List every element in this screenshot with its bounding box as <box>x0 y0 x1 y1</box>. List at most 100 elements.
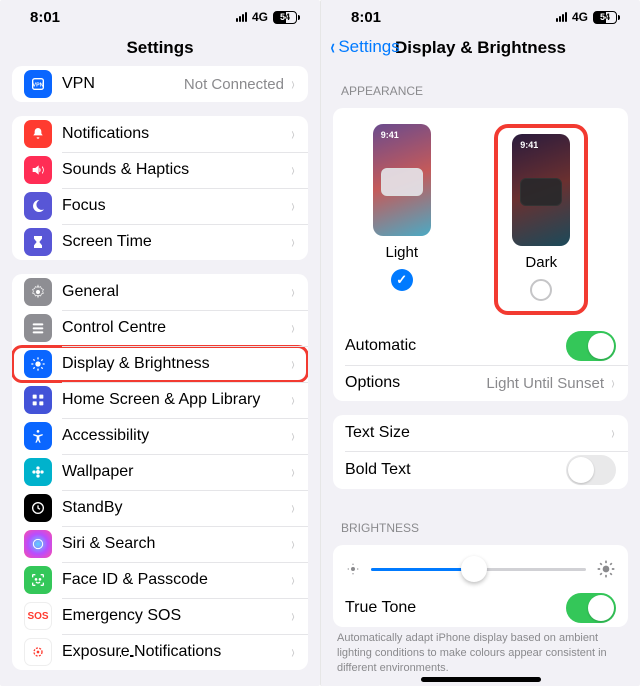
row-controlcentre[interactable]: Control Centre › <box>12 310 308 346</box>
svg-text:VPN: VPN <box>33 83 44 89</box>
status-bar: 8:01 4G 54 <box>321 0 640 34</box>
row-vpn[interactable]: VPN VPN Not Connected › <box>12 66 308 102</box>
status-time: 8:01 <box>30 9 60 26</box>
chevron-right-icon: › <box>292 74 295 95</box>
row-exposure[interactable]: Exposure Notifications › <box>12 634 308 670</box>
header: Settings <box>0 34 320 66</box>
radio-checked-icon[interactable] <box>391 269 413 291</box>
light-preview <box>373 124 431 236</box>
appearance-light[interactable]: Light <box>373 124 431 315</box>
status-time: 8:01 <box>351 9 381 26</box>
chevron-right-icon: › <box>612 423 615 444</box>
row-notifications[interactable]: Notifications › <box>12 116 308 152</box>
row-options[interactable]: Options Light Until Sunset › <box>333 365 628 401</box>
speaker-icon <box>24 156 52 184</box>
sos-icon: SOS <box>24 602 52 630</box>
row-sos[interactable]: SOS Emergency SOS › <box>12 598 308 634</box>
row-label: Home Screen & App Library <box>62 391 288 409</box>
brightness-header: BRIGHTNESS <box>321 503 640 541</box>
brightness-slider-row <box>333 545 628 589</box>
row-label: Sounds & Haptics <box>62 161 288 179</box>
row-focus[interactable]: Focus › <box>12 188 308 224</box>
display-brightness-screen: 8:01 4G 54 ‹ Settings Display & Brightne… <box>320 0 640 686</box>
clock-icon <box>24 494 52 522</box>
page-title: Settings <box>0 38 320 58</box>
automatic-toggle[interactable] <box>566 331 616 361</box>
row-homescreen[interactable]: Home Screen & App Library › <box>12 382 308 418</box>
exposure-icon <box>24 638 52 666</box>
flower-icon <box>24 458 52 486</box>
chevron-right-icon: › <box>292 570 295 591</box>
row-label: StandBy <box>62 499 288 517</box>
row-label: Focus <box>62 197 288 215</box>
row-label: Accessibility <box>62 427 288 445</box>
row-detail: Not Connected <box>184 76 284 93</box>
row-label: Bold Text <box>345 461 566 479</box>
hourglass-icon <box>24 228 52 256</box>
group-vpn: VPN VPN Not Connected › <box>12 66 308 102</box>
chevron-right-icon: › <box>292 390 295 411</box>
group-general: General › Control Centre › Display & Bri… <box>12 274 308 670</box>
chevron-right-icon: › <box>292 606 295 627</box>
chevron-right-icon: › <box>292 282 295 303</box>
row-label: VPN <box>62 75 184 93</box>
row-truetone[interactable]: True Tone <box>333 589 628 627</box>
light-label: Light <box>385 244 418 261</box>
dark-label: Dark <box>525 254 557 271</box>
signal-icon <box>556 12 567 22</box>
dark-preview <box>512 134 570 246</box>
settings-screen: 8:01 4G 54 Settings VPN VPN Not Connecte… <box>0 0 320 686</box>
row-display-brightness[interactable]: Display & Brightness › <box>12 346 308 382</box>
row-standby[interactable]: StandBy › <box>12 490 308 526</box>
row-label: Automatic <box>345 337 566 355</box>
gear-icon <box>24 278 52 306</box>
row-label: Exposure Notifications <box>62 643 288 661</box>
status-right: 4G 54 <box>236 10 300 24</box>
status-bar: 8:01 4G 54 <box>0 0 320 34</box>
appearance-header: APPEARANCE <box>321 66 640 104</box>
group-text: Text Size › Bold Text <box>333 415 628 489</box>
row-siri[interactable]: Siri & Search › <box>12 526 308 562</box>
back-label: Settings <box>338 37 399 57</box>
chevron-right-icon: › <box>292 232 295 253</box>
battery-icon: 54 <box>593 11 620 24</box>
row-label: Control Centre <box>62 319 288 337</box>
group-appearance: Light Dark Automatic Options Light Until… <box>333 108 628 401</box>
chevron-right-icon: › <box>292 462 295 483</box>
row-label: True Tone <box>345 599 566 617</box>
grid-icon <box>24 386 52 414</box>
sun-high-icon <box>596 559 616 579</box>
faceid-icon <box>24 566 52 594</box>
chevron-right-icon: › <box>292 426 295 447</box>
row-label: Siri & Search <box>62 535 288 553</box>
network-label: 4G <box>572 10 588 24</box>
chevron-right-icon: › <box>292 160 295 181</box>
row-textsize[interactable]: Text Size › <box>333 415 628 451</box>
sliders-icon <box>24 314 52 342</box>
row-accessibility[interactable]: Accessibility › <box>12 418 308 454</box>
back-button[interactable]: ‹ Settings <box>329 34 400 60</box>
boldtext-toggle[interactable] <box>566 455 616 485</box>
row-sounds[interactable]: Sounds & Haptics › <box>12 152 308 188</box>
radio-unchecked-icon[interactable] <box>530 279 552 301</box>
row-general[interactable]: General › <box>12 274 308 310</box>
chevron-left-icon: ‹ <box>330 34 334 60</box>
row-label: Face ID & Passcode <box>62 571 288 589</box>
row-wallpaper[interactable]: Wallpaper › <box>12 454 308 490</box>
truetone-toggle[interactable] <box>566 593 616 623</box>
chevron-right-icon: › <box>292 354 295 375</box>
appearance-row: Light Dark <box>333 108 628 327</box>
brightness-slider[interactable] <box>371 568 586 571</box>
row-screentime[interactable]: Screen Time › <box>12 224 308 260</box>
row-label: Emergency SOS <box>62 607 288 625</box>
row-label: Screen Time <box>62 233 288 251</box>
row-faceid[interactable]: Face ID & Passcode › <box>12 562 308 598</box>
row-automatic[interactable]: Automatic <box>333 327 628 365</box>
status-right: 4G 54 <box>556 10 620 24</box>
row-boldtext[interactable]: Bold Text <box>333 451 628 489</box>
chevron-right-icon: › <box>292 534 295 555</box>
appearance-dark[interactable]: Dark <box>494 124 588 315</box>
row-label: Display & Brightness <box>62 355 288 373</box>
group-brightness: True Tone <box>333 545 628 627</box>
network-label: 4G <box>252 10 268 24</box>
